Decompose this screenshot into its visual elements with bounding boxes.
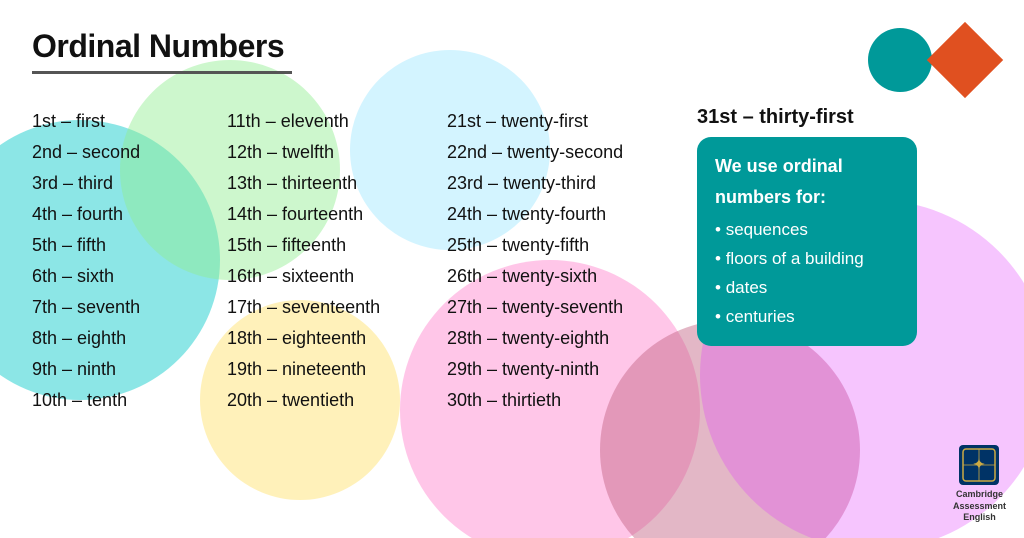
- info-box-title: We use ordinal numbers for:: [715, 151, 899, 212]
- column-3: 21st – twenty-first22nd – twenty-second2…: [447, 106, 687, 518]
- page-title: Ordinal Numbers: [32, 28, 292, 65]
- list-item: 10th – tenth: [32, 385, 227, 416]
- thirty-first-label: 31st – thirty-first: [697, 106, 992, 129]
- list-item: 22nd – twenty-second: [447, 137, 687, 168]
- teal-circle-icon: [868, 28, 932, 92]
- list-item: 29th – twenty-ninth: [447, 354, 687, 385]
- list-item: 3rd – third: [32, 168, 227, 199]
- header: Ordinal Numbers: [32, 28, 992, 92]
- list-item: sequences: [715, 216, 899, 245]
- list-item: 2nd – second: [32, 137, 227, 168]
- list-item: 14th – fourteenth: [227, 199, 447, 230]
- list-item: 1st – first: [32, 106, 227, 137]
- list-item: 9th – ninth: [32, 354, 227, 385]
- main-content: Ordinal Numbers 1st – first2nd – second3…: [0, 0, 1024, 538]
- list-item: 16th – sixteenth: [227, 261, 447, 292]
- column-1: 1st – first2nd – second3rd – third4th – …: [32, 106, 227, 518]
- list-item: 6th – sixth: [32, 261, 227, 292]
- list-item: 11th – eleventh: [227, 106, 447, 137]
- list-item: 28th – twenty-eighth: [447, 323, 687, 354]
- column-2: 11th – eleventh12th – twelfth13th – thir…: [227, 106, 447, 518]
- list-item: 25th – twenty-fifth: [447, 230, 687, 261]
- list-item: 19th – nineteenth: [227, 354, 447, 385]
- column-4: 31st – thirty-first We use ordinal numbe…: [687, 106, 992, 518]
- list-item: 4th – fourth: [32, 199, 227, 230]
- list-item: 26th – twenty-sixth: [447, 261, 687, 292]
- list-item: 18th – eighteenth: [227, 323, 447, 354]
- list-item: 21st – twenty-first: [447, 106, 687, 137]
- title-underline: [32, 71, 292, 74]
- list-item: dates: [715, 274, 899, 303]
- list-item: 15th – fifteenth: [227, 230, 447, 261]
- cambridge-text: Cambridge Assessment English: [953, 489, 1006, 524]
- list-item: 17th – seventeenth: [227, 292, 447, 323]
- list-item: 12th – twelfth: [227, 137, 447, 168]
- list-item: 30th – thirtieth: [447, 385, 687, 416]
- list-item: 8th – eighth: [32, 323, 227, 354]
- cambridge-logo: ✦ Cambridge Assessment English: [953, 443, 1006, 524]
- list-item: 27th – twenty-seventh: [447, 292, 687, 323]
- info-box: We use ordinal numbers for: sequencesflo…: [697, 137, 917, 346]
- list-item: 20th – twentieth: [227, 385, 447, 416]
- list-item: 24th – twenty-fourth: [447, 199, 687, 230]
- list-item: 13th – thirteenth: [227, 168, 447, 199]
- list-item: centuries: [715, 303, 899, 332]
- list-item: floors of a building: [715, 245, 899, 274]
- info-box-list: sequencesfloors of a buildingdatescentur…: [715, 216, 899, 332]
- logo-area: [868, 28, 992, 92]
- list-item: 23rd – twenty-third: [447, 168, 687, 199]
- title-section: Ordinal Numbers: [32, 28, 292, 74]
- cambridge-crest-icon: ✦: [957, 443, 1001, 487]
- list-item: 7th – seventh: [32, 292, 227, 323]
- red-diamond-icon: [927, 22, 1003, 98]
- list-item: 5th – fifth: [32, 230, 227, 261]
- ordinal-columns: 1st – first2nd – second3rd – third4th – …: [32, 106, 992, 518]
